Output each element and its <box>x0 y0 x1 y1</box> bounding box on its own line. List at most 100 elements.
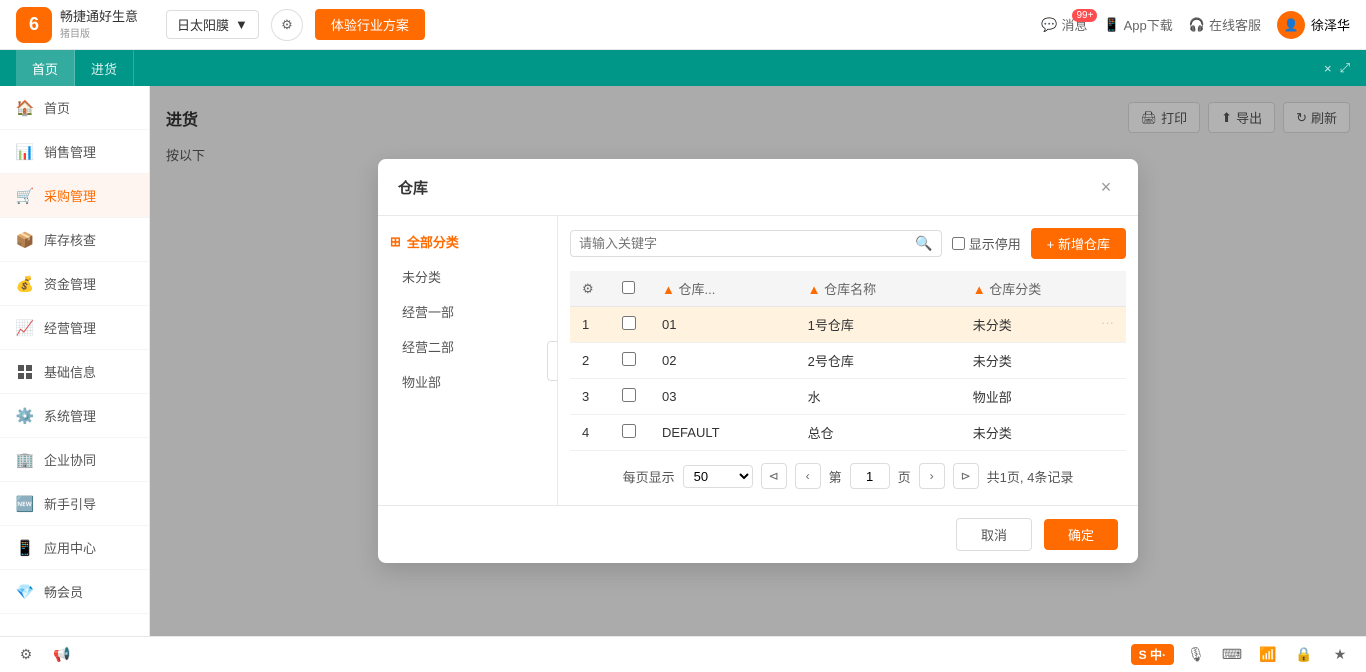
modal-title: 仓库 <box>398 177 428 198</box>
sidebar-item-enterprise[interactable]: 🏢 企业协同 <box>0 438 149 482</box>
username-label: 徐泽华 <box>1311 15 1350 34</box>
row-action-icon[interactable]: ··· <box>1101 315 1114 330</box>
confirm-button[interactable]: 确定 <box>1044 519 1118 550</box>
total-label: 共1页, 4条记录 <box>987 467 1074 486</box>
guide-icon: 🆕 <box>16 495 34 513</box>
show-disabled-checkbox[interactable] <box>952 237 965 250</box>
category-item-dept2[interactable]: 经营二部 <box>378 329 557 364</box>
modal-close-button[interactable]: × <box>1094 175 1118 199</box>
mobile-icon: 📱 <box>1103 17 1119 33</box>
table-row[interactable]: 2 02 2号仓库 未分类 <box>570 343 1126 379</box>
modal-body: ⊞ 全部分类 未分类 经营一部 经营二部 物业部 <box>378 216 1138 505</box>
category-panel: ⊞ 全部分类 未分类 经营一部 经营二部 物业部 <box>378 216 558 505</box>
row-checkbox[interactable] <box>622 424 636 438</box>
system-icon: ⚙️ <box>16 407 34 425</box>
col-category: ▲ 仓库分类 <box>961 271 1126 307</box>
subnav-purchase[interactable]: 进货 <box>75 50 134 86</box>
first-page-button[interactable]: ⊲ <box>761 463 787 489</box>
trial-button[interactable]: 体验行业方案 <box>315 9 425 40</box>
app-download-button[interactable]: 📱 App下载 <box>1103 15 1172 34</box>
header-center: 日太阳膜 ▼ ⚙ 体验行业方案 <box>166 9 1041 41</box>
sort-icon-name: ▲ <box>808 282 821 297</box>
prev-page-button[interactable]: ‹ <box>795 463 821 489</box>
warehouse-modal: 仓库 × ⊞ 全部分类 未分类 经营一 <box>378 159 1138 563</box>
next-page-button[interactable]: › <box>919 463 945 489</box>
settings-button[interactable]: ⚙ <box>271 9 303 41</box>
row-index: 4 <box>570 415 610 451</box>
user-menu[interactable]: 👤 徐泽华 <box>1277 11 1350 39</box>
table-row[interactable]: 4 DEFAULT 总仓 未分类 <box>570 415 1126 451</box>
row-index: 1 <box>570 307 610 343</box>
page-size-select[interactable]: 50 20 100 <box>683 465 753 488</box>
row-code: 03 <box>650 379 796 415</box>
store-name: 日太阳膜 <box>177 15 229 34</box>
sidebar-item-apps[interactable]: 📱 应用中心 <box>0 526 149 570</box>
select-all-checkbox[interactable] <box>622 281 635 294</box>
search-input[interactable] <box>579 236 915 251</box>
table-row[interactable]: 3 03 水 物业部 <box>570 379 1126 415</box>
sidebar-item-guide[interactable]: 🆕 新手引导 <box>0 482 149 526</box>
sidebar-item-sales[interactable]: 📊 销售管理 <box>0 130 149 174</box>
bottom-bar: ⚙ 📢 S 中· 🎙 ⌨ 📶 🔒 ★ <box>0 636 1366 672</box>
network-icon[interactable]: 📶 <box>1254 641 1282 669</box>
category-item-property[interactable]: 物业部 <box>378 364 557 399</box>
sidebar-label-finance: 资金管理 <box>44 274 96 293</box>
sidebar-item-operations[interactable]: 📈 经营管理 <box>0 306 149 350</box>
sidebar-item-vip[interactable]: 💎 畅会员 <box>0 570 149 614</box>
shield-icon[interactable]: 🔒 <box>1290 641 1318 669</box>
sidebar-label-guide: 新手引导 <box>44 494 96 513</box>
store-selector[interactable]: 日太阳膜 ▼ <box>166 10 259 39</box>
row-check <box>610 379 650 415</box>
sidebar-item-home[interactable]: 🏠 首页 <box>0 86 149 130</box>
category-item-dept1[interactable]: 经营一部 <box>378 294 557 329</box>
sidebar-item-system[interactable]: ⚙️ 系统管理 <box>0 394 149 438</box>
home-icon: 🏠 <box>16 99 34 117</box>
sidebar-item-purchase[interactable]: 🛒 采购管理 <box>0 174 149 218</box>
sidebar-label-vip: 畅会员 <box>44 582 83 601</box>
row-checkbox[interactable] <box>622 316 636 330</box>
row-category: 物业部 <box>961 379 1126 415</box>
keyboard-icon[interactable]: ⌨ <box>1218 641 1246 669</box>
last-page-button[interactable]: ⊳ <box>953 463 979 489</box>
row-checkbox[interactable] <box>622 388 636 402</box>
online-service-button[interactable]: 🎧 在线客服 <box>1189 15 1261 34</box>
search-icon[interactable]: 🔍 <box>915 235 932 252</box>
bottom-right-icons: S 中· 🎙 ⌨ 📶 🔒 ★ <box>1131 641 1354 669</box>
app-download-label: App下载 <box>1124 15 1173 34</box>
per-page-label: 每页显示 <box>623 467 675 486</box>
sidebar-item-finance[interactable]: 💰 资金管理 <box>0 262 149 306</box>
col-checkbox <box>610 271 650 307</box>
sidebar-item-basic[interactable]: 基础信息 <box>0 350 149 394</box>
page-number-input[interactable] <box>850 463 890 489</box>
category-item-unclassified[interactable]: 未分类 <box>378 259 557 294</box>
sidebar-item-inventory[interactable]: 📦 库存核查 <box>0 218 149 262</box>
cancel-button[interactable]: 取消 <box>956 518 1032 551</box>
message-badge: 99+ <box>1072 9 1097 22</box>
sidebar-label-enterprise: 企业协同 <box>44 450 96 469</box>
window-close-icon[interactable]: × <box>1324 61 1332 76</box>
collapse-panel-button[interactable]: 《 <box>547 341 558 381</box>
subnav-home[interactable]: 首页 <box>16 50 75 86</box>
subnav-controls: × ⤢ <box>1324 60 1350 76</box>
show-disabled-toggle[interactable]: 显示停用 <box>952 234 1021 253</box>
microphone-icon[interactable]: 🎙 <box>1182 641 1210 669</box>
row-code: 02 <box>650 343 796 379</box>
inventory-icon: 📦 <box>16 231 34 249</box>
show-disabled-label: 显示停用 <box>969 234 1021 253</box>
table-row[interactable]: 1 01 1号仓库 未分类 ··· <box>570 307 1126 343</box>
sub-navigation: 首页 进货 × ⤢ <box>0 50 1366 86</box>
sidebar-label-system: 系统管理 <box>44 406 96 425</box>
star-icon[interactable]: ★ <box>1326 641 1354 669</box>
table-toolbar: 🔍 显示停用 + 新增仓库 <box>570 228 1126 259</box>
settings-bottom-icon[interactable]: ⚙ <box>12 641 40 669</box>
page-end-label: 页 <box>898 467 911 486</box>
row-checkbox[interactable] <box>622 352 636 366</box>
add-warehouse-button[interactable]: + 新增仓库 <box>1031 228 1126 259</box>
col-code: ▲ 仓库... <box>650 271 796 307</box>
category-header[interactable]: ⊞ 全部分类 <box>378 224 557 259</box>
window-resize-icon[interactable]: ⤢ <box>1340 60 1350 76</box>
top-header: 6 畅捷通好生意 猪目版 日太阳膜 ▼ ⚙ 体验行业方案 💬 消息 99+ 📱 … <box>0 0 1366 50</box>
messages-button[interactable]: 💬 消息 99+ <box>1041 15 1087 34</box>
speaker-icon[interactable]: 📢 <box>48 641 76 669</box>
header-right: 💬 消息 99+ 📱 App下载 🎧 在线客服 👤 徐泽华 <box>1041 11 1350 39</box>
